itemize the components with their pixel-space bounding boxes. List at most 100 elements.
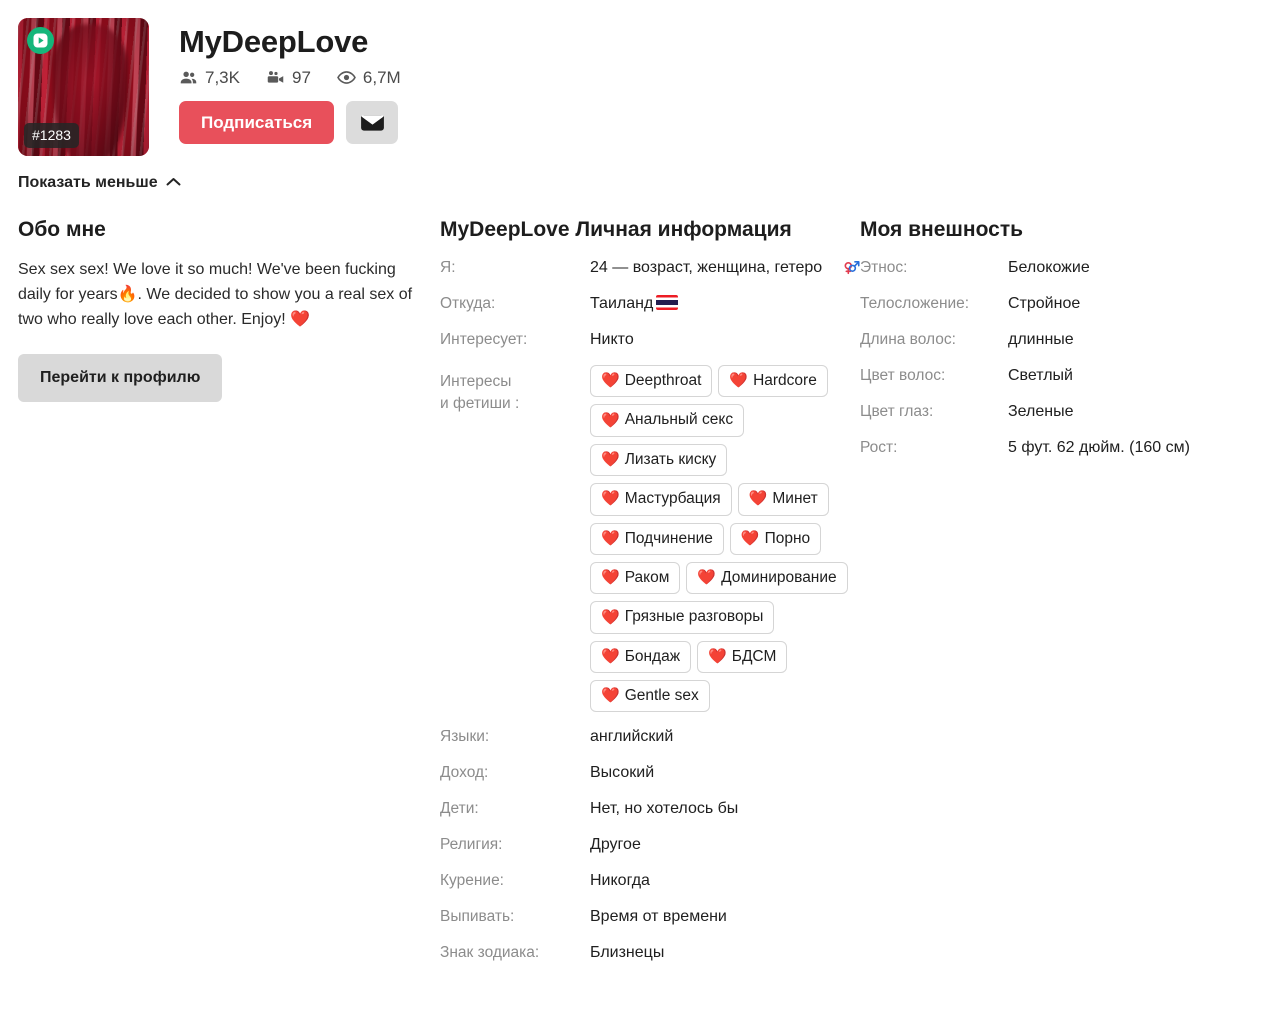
info-row: Языки: английский [440,726,860,748]
fetish-tag-label: Раком [624,568,670,586]
show-less-label: Показать меньше [18,174,158,191]
heart-icon: ❤️ [748,490,768,508]
stat-followers-value: 7,3K [205,67,240,87]
appearance-value: Зеленые [1008,403,1074,421]
profile-header-details: MyDeepLove 7,3K 97 6,7M Подписаться [179,18,401,144]
thailand-flag-icon [656,295,679,311]
info-row: Дети: Нет, но хотелось бы [440,798,860,820]
subscribe-button[interactable]: Подписаться [179,100,335,144]
play-icon[interactable] [27,27,54,54]
info-row-from: Откуда: Таиланд [440,293,860,315]
fetish-tag[interactable]: ❤️ Минет [737,483,829,516]
fetish-tag-label: БДСМ [731,647,777,665]
appearance-row: Телосложение: Стройное [860,293,1255,315]
info-value: английский [590,728,674,746]
appearance-label: Рост: [860,439,898,457]
about-title: Обо мне [18,218,106,241]
heart-icon: ❤️ [740,529,760,547]
info-row: Доход: Высокий [440,762,860,784]
info-value: Время от времени [590,908,727,926]
appearance-row: Цвет глаз: Зеленые [860,401,1255,423]
fetish-tag[interactable]: ❤️ Deepthroat [590,365,713,398]
personal-info-section: MyDeepLove Личная информация Я: 24 — воз… [440,218,860,978]
info-label-fetishes-line1: Интересы [440,373,512,391]
profile-columns: Обо мне Sex sex sex! We love it so much!… [0,192,1275,978]
stat-followers: 7,3K [179,68,240,88]
appearance-value: Белокожие [1008,259,1090,277]
heart-icon: ❤️ [601,687,620,705]
personal-info-bottom-rows: Языки: английский Доход: Высокий Дети: Нет, н… [440,726,860,964]
stat-views-value: 6,7M [362,67,401,87]
chevron-up-icon [166,174,181,192]
profile-stats: 7,3K 97 6,7M [179,68,401,88]
info-label: Доход: [440,764,489,782]
info-value-me-text: 24 — возраст, женщина, гетеро [590,259,823,277]
info-label: Курение: [440,872,504,890]
appearance-row: Цвет волос: Светлый [860,365,1255,387]
info-label: Дети: [440,800,479,818]
info-row-interested-in: Интересует: Никто [440,329,860,351]
heart-icon: ❤️ [697,569,717,587]
appearance-row: Этнос: Белокожие [860,257,1255,279]
appearance-value: Светлый [1008,367,1073,385]
fetish-tag[interactable]: ❤️ Раком [590,561,681,595]
heart-icon: ❤️ [601,529,620,547]
about-section: Обо мне Sex sex sex! We love it so much!… [18,218,440,403]
fetish-tag[interactable]: ❤️ Hardcore [718,365,828,398]
personal-info-title: MyDeepLove Личная информация [440,218,792,241]
page-title: MyDeepLove [179,24,369,59]
profile-actions: Подписаться [179,100,401,144]
info-value: Другое [590,836,641,854]
fetish-tag-list: ❤️ Deepthroat ❤️ Hardcore ❤️ Анальный секс ❤️ Л… [590,365,852,713]
info-value-from: Таиланд [590,293,860,315]
fetish-tag[interactable]: ❤️ Подчинение [590,522,724,555]
appearance-rows: Этнос: Белокожие Телосложение: Стройное Длин… [860,257,1255,459]
stat-videos: 97 [266,68,311,88]
heart-icon: ❤️ [708,647,727,665]
info-value-interested-in: Никто [590,331,634,349]
fetish-tag-label: Deepthroat [624,372,702,390]
avatar[interactable]: #1283 [18,18,149,156]
info-row-me: Я: 24 — возраст, женщина, гетеро [440,257,860,279]
fetish-tag[interactable]: ❤️ Анальный секс [590,404,745,437]
fetish-tag[interactable]: ❤️ Бондаж [590,640,692,674]
about-text: Sex sex sex! We love it so much! We've b… [18,261,413,329]
heart-icon: ❤️ [601,608,620,626]
info-label: Знак зодиака: [440,944,540,962]
heart-icon: ❤️ [601,372,620,390]
appearance-row: Рост: 5 фут. 62 дюйм. (160 см) [860,437,1255,459]
fetish-tag[interactable]: ❤️ Грязные разговоры [590,601,775,634]
info-label: Языки: [440,728,490,746]
appearance-label: Цвет волос: [860,367,946,385]
info-value: Высокий [590,764,655,782]
fetish-tag[interactable]: ❤️ Доминирование [686,561,848,595]
appearance-label: Телосложение: [860,295,970,313]
info-row: Курение: Никогда [440,870,860,892]
heart-icon: ❤️ [601,451,620,469]
heart-icon: ❤️ [729,372,749,390]
fetish-tag-label: Грязные разговоры [624,608,764,626]
appearance-row: Длина волос: длинные [860,329,1255,351]
heart-icon: ❤️ [601,569,620,587]
info-label-fetishes: Интересы и фетиши : [440,365,590,415]
info-row: Религия: Другое [440,834,860,856]
fetish-tag-label: Gentle sex [624,687,699,705]
stat-views: 6,7M [337,68,401,88]
fetish-tag-label: Порно [764,529,811,547]
go-to-profile-button[interactable]: Перейти к профилю [18,354,223,403]
show-less-toggle[interactable]: Показать меньше [18,174,181,192]
video-camera-icon [266,68,285,87]
fetish-tag[interactable]: ❤️ Gentle sex [590,680,710,713]
info-value: Близнецы [590,944,665,962]
info-value: Нет, но хотелось бы [590,800,739,818]
appearance-value: Стройное [1008,295,1081,313]
fetish-tag[interactable]: ❤️ Лизать киску [590,443,728,477]
appearance-label: Длина волос: [860,331,956,349]
appearance-value: 5 фут. 62 дюйм. (160 см) [1008,439,1190,457]
fetish-tag-label: Hardcore [753,372,817,390]
fetish-tag[interactable]: ❤️ БДСМ [697,640,788,674]
fetish-tag[interactable]: ❤️ Порно [729,522,822,555]
message-button[interactable] [346,100,399,144]
fetish-tag[interactable]: ❤️ Мастурбация [590,483,732,516]
eye-icon [337,68,356,87]
